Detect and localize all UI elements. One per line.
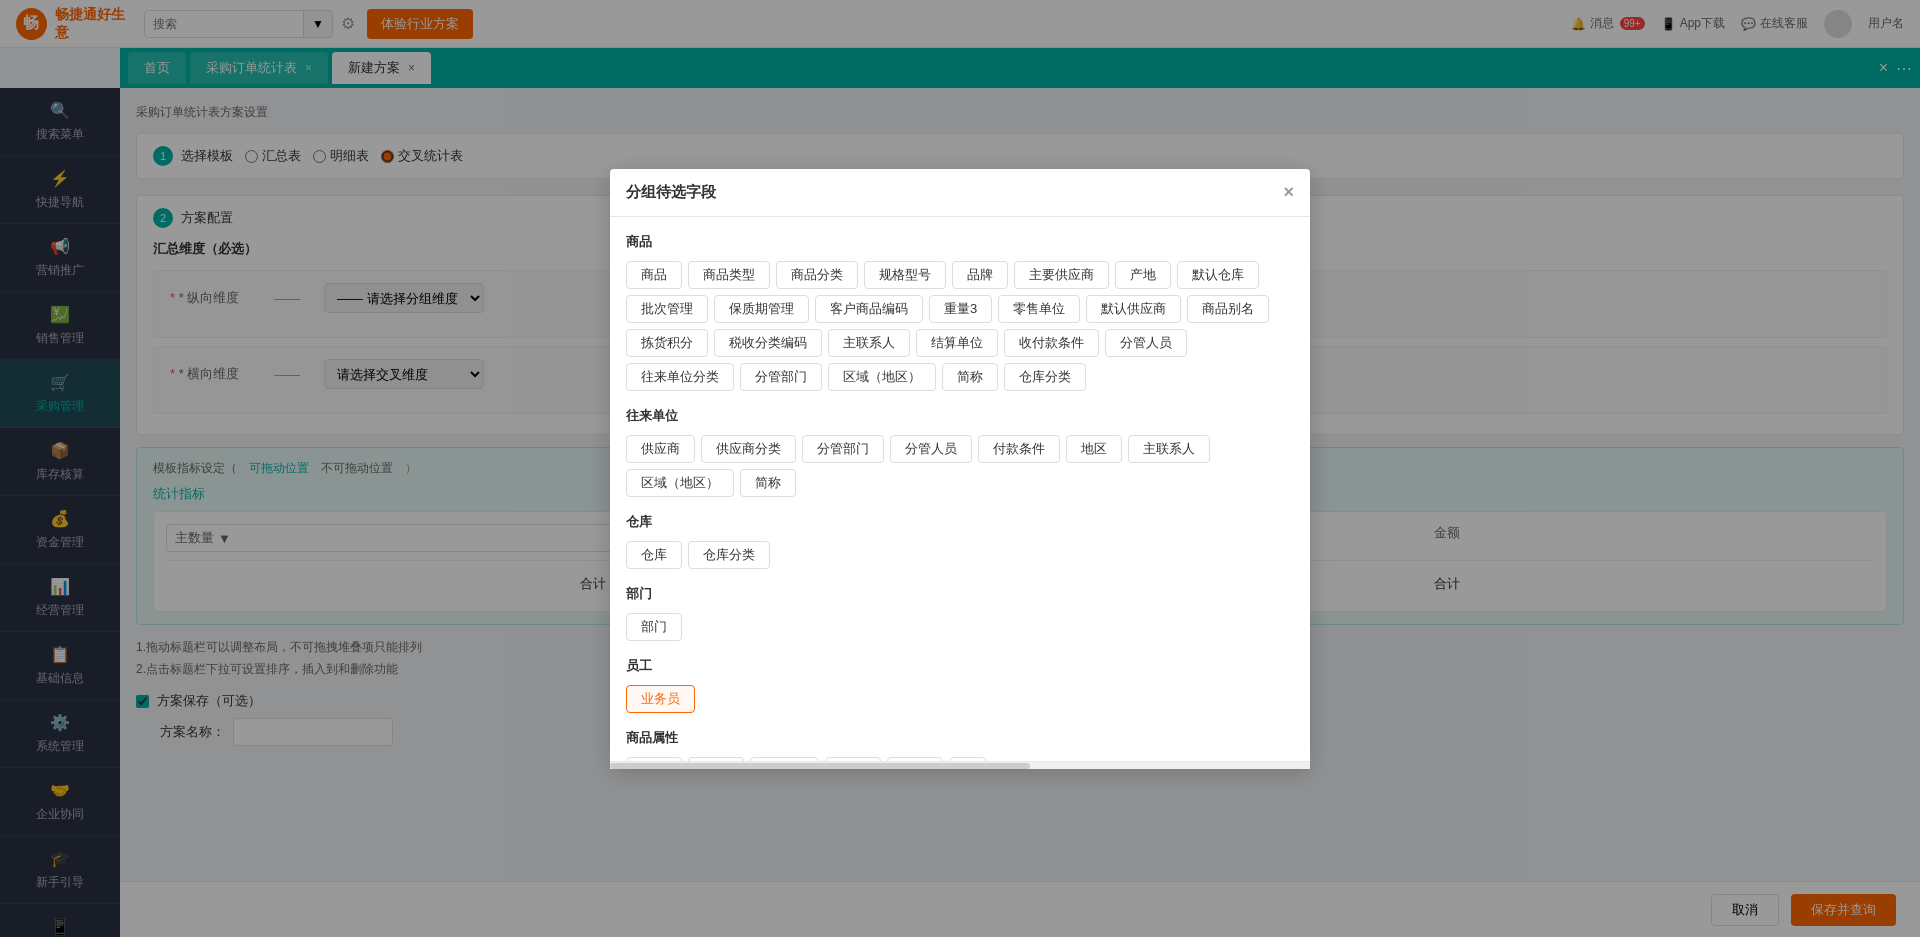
group-title-product-attr: 商品属性 bbox=[626, 729, 1294, 747]
field-tag[interactable]: 分管部门 bbox=[802, 435, 884, 463]
modal-horizontal-scrollbar[interactable] bbox=[610, 761, 1310, 769]
field-tag[interactable]: 规格型号 bbox=[864, 261, 946, 289]
field-group-product-attr: 商品属性 属性 颜色 多规格 尺码 鞋码 1 bbox=[626, 729, 1294, 761]
field-tag[interactable]: 区域（地区） bbox=[828, 363, 936, 391]
group-title-warehouse: 仓库 bbox=[626, 513, 1294, 531]
field-tag[interactable]: 商品分类 bbox=[776, 261, 858, 289]
field-tag[interactable]: 批次管理 bbox=[626, 295, 708, 323]
field-tag[interactable]: 仓库分类 bbox=[1004, 363, 1086, 391]
field-group-dept: 部门 部门 bbox=[626, 585, 1294, 641]
field-tag[interactable]: 品牌 bbox=[952, 261, 1008, 289]
field-tag[interactable]: 分管部门 bbox=[740, 363, 822, 391]
field-tag[interactable]: 主联系人 bbox=[828, 329, 910, 357]
modal-header: 分组待选字段 × bbox=[610, 169, 1310, 217]
modal-title: 分组待选字段 bbox=[626, 183, 716, 202]
field-tag[interactable]: 重量3 bbox=[929, 295, 992, 323]
modal-scrollbar-thumb bbox=[610, 763, 1030, 769]
field-tag[interactable]: 商品别名 bbox=[1187, 295, 1269, 323]
field-tag[interactable]: 收付款条件 bbox=[1004, 329, 1099, 357]
modal: 分组待选字段 × 商品 商品 商品类型 商品分类 规格型号 品牌 主要供应商 产… bbox=[610, 169, 1310, 769]
field-group-employee: 员工 业务员 bbox=[626, 657, 1294, 713]
field-tags-dept: 部门 bbox=[626, 613, 1294, 641]
field-tags-employee: 业务员 bbox=[626, 685, 1294, 713]
group-title-employee: 员工 bbox=[626, 657, 1294, 675]
field-tag[interactable]: 简称 bbox=[740, 469, 796, 497]
field-tags-warehouse: 仓库 仓库分类 bbox=[626, 541, 1294, 569]
field-tag[interactable]: 往来单位分类 bbox=[626, 363, 734, 391]
field-group-partner: 往来单位 供应商 供应商分类 分管部门 分管人员 付款条件 地区 主联系人 区域… bbox=[626, 407, 1294, 497]
field-tag[interactable]: 分管人员 bbox=[1105, 329, 1187, 357]
field-tag[interactable]: 结算单位 bbox=[916, 329, 998, 357]
modal-close-button[interactable]: × bbox=[1283, 182, 1294, 203]
field-tag[interactable]: 保质期管理 bbox=[714, 295, 809, 323]
field-tag[interactable]: 默认供应商 bbox=[1086, 295, 1181, 323]
field-tag[interactable]: 默认仓库 bbox=[1177, 261, 1259, 289]
field-tag[interactable]: 仓库分类 bbox=[688, 541, 770, 569]
field-tag-employee-sales[interactable]: 业务员 bbox=[626, 685, 695, 713]
field-tags-partner: 供应商 供应商分类 分管部门 分管人员 付款条件 地区 主联系人 区域（地区） … bbox=[626, 435, 1294, 497]
group-title-partner: 往来单位 bbox=[626, 407, 1294, 425]
field-tag[interactable]: 地区 bbox=[1066, 435, 1122, 463]
field-tag[interactable]: 税收分类编码 bbox=[714, 329, 822, 357]
field-tag[interactable]: 零售单位 bbox=[998, 295, 1080, 323]
group-title-dept: 部门 bbox=[626, 585, 1294, 603]
field-group-warehouse: 仓库 仓库 仓库分类 bbox=[626, 513, 1294, 569]
field-tag[interactable]: 简称 bbox=[942, 363, 998, 391]
field-tag[interactable]: 仓库 bbox=[626, 541, 682, 569]
field-tag[interactable]: 付款条件 bbox=[978, 435, 1060, 463]
field-group-product: 商品 商品 商品类型 商品分类 规格型号 品牌 主要供应商 产地 默认仓库 批次… bbox=[626, 233, 1294, 391]
field-tag[interactable]: 拣货积分 bbox=[626, 329, 708, 357]
modal-overlay[interactable]: 分组待选字段 × 商品 商品 商品类型 商品分类 规格型号 品牌 主要供应商 产… bbox=[0, 0, 1920, 937]
modal-body: 商品 商品 商品类型 商品分类 规格型号 品牌 主要供应商 产地 默认仓库 批次… bbox=[610, 217, 1310, 761]
field-tag[interactable]: 部门 bbox=[626, 613, 682, 641]
field-tag[interactable]: 商品 bbox=[626, 261, 682, 289]
field-tag[interactable]: 客户商品编码 bbox=[815, 295, 923, 323]
group-title-product: 商品 bbox=[626, 233, 1294, 251]
field-tag[interactable]: 分管人员 bbox=[890, 435, 972, 463]
field-tag[interactable]: 供应商 bbox=[626, 435, 695, 463]
field-tag[interactable]: 供应商分类 bbox=[701, 435, 796, 463]
field-tag[interactable]: 主要供应商 bbox=[1014, 261, 1109, 289]
field-tag[interactable]: 商品类型 bbox=[688, 261, 770, 289]
field-tag[interactable]: 主联系人 bbox=[1128, 435, 1210, 463]
field-tag[interactable]: 产地 bbox=[1115, 261, 1171, 289]
field-tag[interactable]: 区域（地区） bbox=[626, 469, 734, 497]
field-tags-product: 商品 商品类型 商品分类 规格型号 品牌 主要供应商 产地 默认仓库 批次管理 … bbox=[626, 261, 1294, 391]
